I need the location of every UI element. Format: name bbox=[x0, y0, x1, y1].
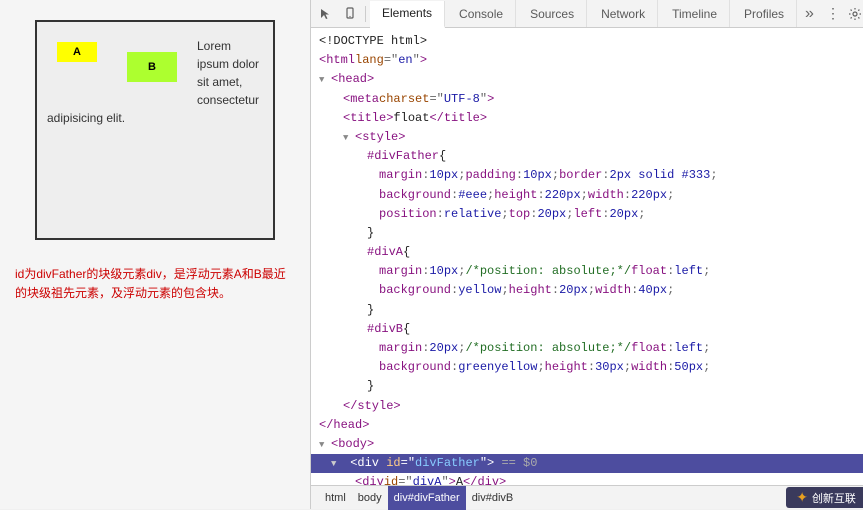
status-bar: html body div#divFather div#divB ✦ 创新互联 bbox=[311, 485, 863, 509]
code-line: #divB{ bbox=[311, 320, 863, 339]
code-line: ▼ <head> bbox=[311, 70, 863, 89]
demo-box: A B Lorem ipsum dolor sit amet, consecte… bbox=[35, 20, 275, 240]
tab-timeline[interactable]: Timeline bbox=[660, 0, 730, 27]
tab-elements[interactable]: Elements bbox=[370, 1, 445, 28]
breadcrumb-html[interactable]: html bbox=[319, 486, 352, 510]
more-tabs-button[interactable]: » bbox=[799, 0, 820, 27]
divA-label: A bbox=[73, 46, 81, 58]
code-line: background: #eee; height: 220px; width: … bbox=[311, 186, 863, 205]
description-text: id为divFather的块级元素div，是浮动元素A和B最近的块级祖先元素，及… bbox=[10, 265, 300, 303]
div-a: A bbox=[57, 42, 97, 62]
toolbar-separator bbox=[365, 6, 366, 22]
breadcrumb-divb[interactable]: div#divB bbox=[466, 486, 520, 510]
devtools-panel: Elements Console Sources Network Timelin… bbox=[310, 0, 863, 509]
code-line: margin:10px; padding: 10px; border: 2px … bbox=[311, 166, 863, 185]
breadcrumb-divfather[interactable]: div#divFather bbox=[388, 486, 466, 510]
code-line: <!DOCTYPE html> bbox=[311, 32, 863, 51]
code-area[interactable]: <!DOCTYPE html> <html lang="en"> ▼ <head… bbox=[311, 28, 863, 485]
code-line: </style> bbox=[311, 397, 863, 416]
code-line: ▼ <body> bbox=[311, 435, 863, 454]
watermark-icon: ✦ bbox=[796, 489, 808, 506]
tab-network[interactable]: Network bbox=[589, 0, 658, 27]
tab-sources[interactable]: Sources bbox=[518, 0, 587, 27]
tab-profiles[interactable]: Profiles bbox=[732, 0, 797, 27]
code-line: <html lang="en"> bbox=[311, 51, 863, 70]
breadcrumb-body[interactable]: body bbox=[352, 486, 388, 510]
tab-console[interactable]: Console bbox=[447, 0, 516, 27]
cursor-icon[interactable] bbox=[315, 3, 337, 25]
code-line: <div id="divA">A</div> bbox=[311, 473, 863, 485]
code-line: ▼ <style> bbox=[311, 128, 863, 147]
code-line: #divA{ bbox=[311, 243, 863, 262]
code-line: background: yellow; height: 20px; width:… bbox=[311, 281, 863, 300]
code-line: } bbox=[311, 224, 863, 243]
code-line: <meta charset="UTF-8"> bbox=[311, 90, 863, 109]
toolbar-actions: ⋮ bbox=[822, 3, 863, 25]
code-line: </head> bbox=[311, 416, 863, 435]
code-line: } bbox=[311, 377, 863, 396]
div-b: B bbox=[127, 52, 177, 82]
more-options-icon[interactable]: ⋮ bbox=[822, 3, 844, 25]
watermark-text: 创新互联 bbox=[812, 490, 856, 506]
divB-label: B bbox=[148, 61, 156, 73]
settings-icon[interactable] bbox=[844, 3, 863, 25]
code-line: margin: 20px; /*position: absolute;*/ fl… bbox=[311, 339, 863, 358]
code-line: } bbox=[311, 301, 863, 320]
mobile-icon[interactable] bbox=[339, 3, 361, 25]
code-line: margin: 10px; /*position: absolute;*/ fl… bbox=[311, 262, 863, 281]
highlighted-code-line[interactable]: ▼ <div id="divFather"> == $0 bbox=[311, 454, 863, 473]
watermark: ✦ 创新互联 bbox=[786, 487, 863, 508]
code-line: position: relative; top: 20px; left: 20p… bbox=[311, 205, 863, 224]
left-panel: A B Lorem ipsum dolor sit amet, consecte… bbox=[0, 0, 310, 509]
code-line: background: greenyellow; height: 30px; w… bbox=[311, 358, 863, 377]
devtools-toolbar: Elements Console Sources Network Timelin… bbox=[311, 0, 863, 28]
code-line: #divFather{ bbox=[311, 147, 863, 166]
code-line: <title>float</title> bbox=[311, 109, 863, 128]
